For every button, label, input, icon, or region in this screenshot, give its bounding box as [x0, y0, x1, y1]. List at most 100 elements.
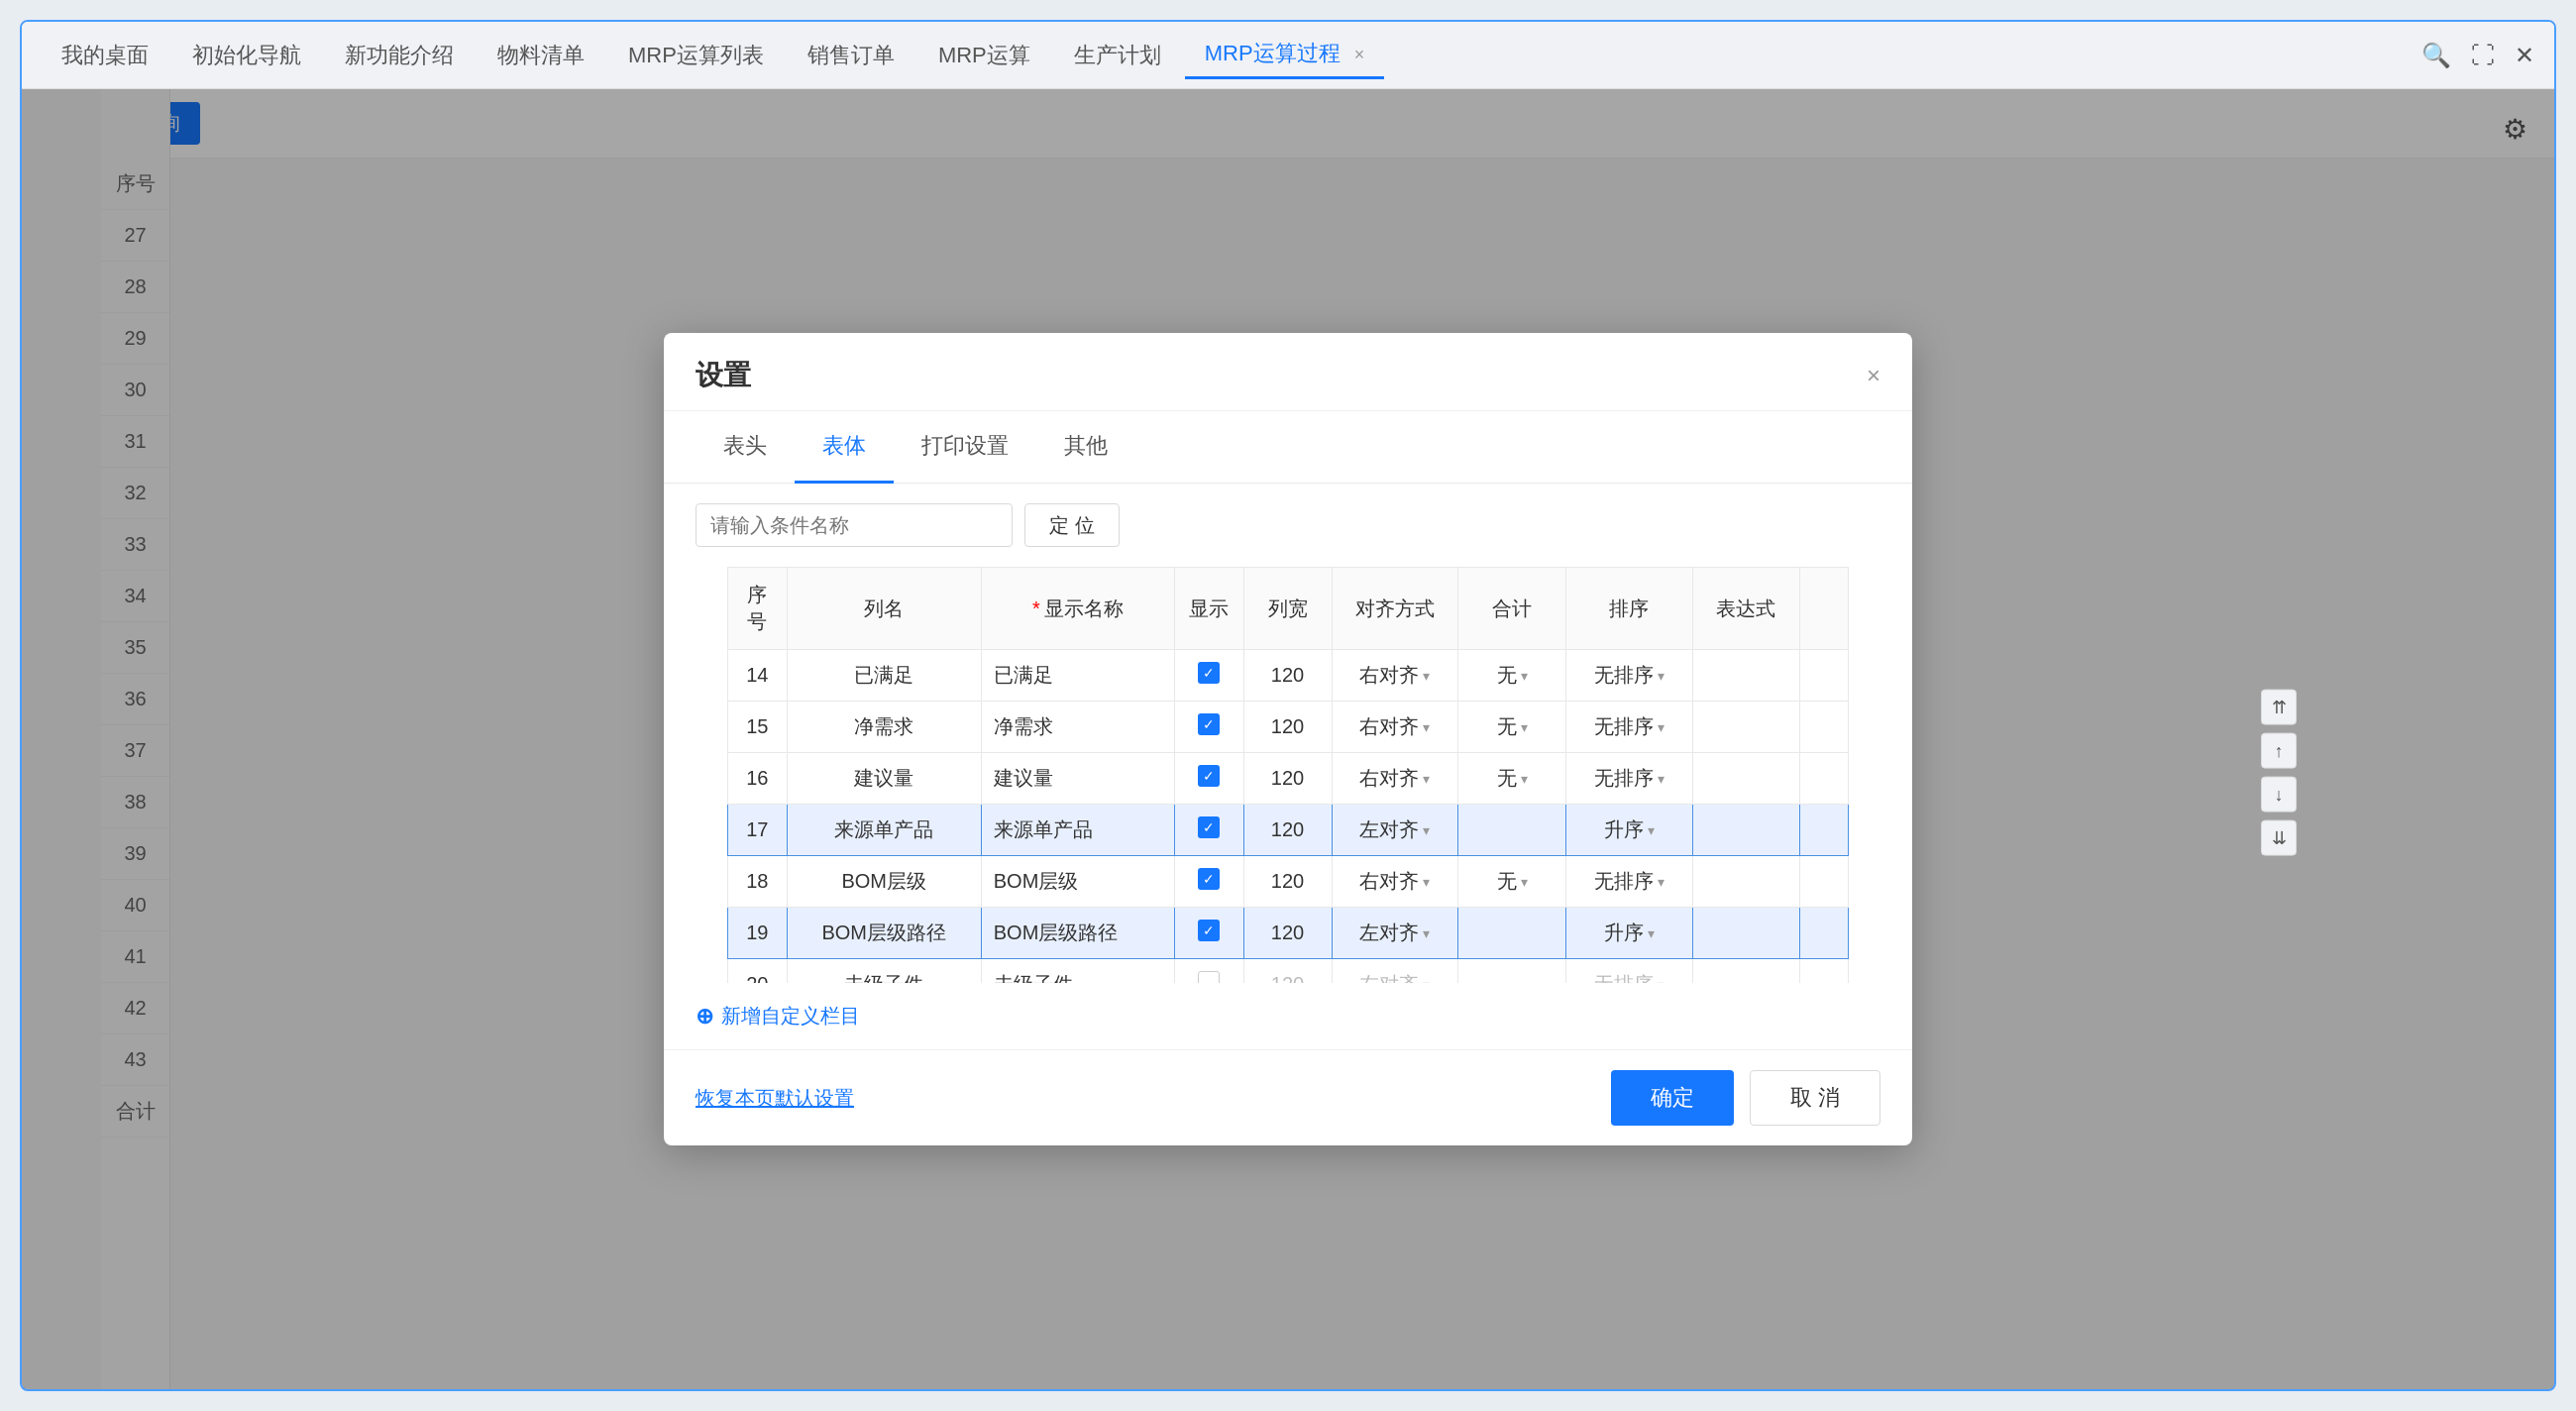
align-dropdown-icon[interactable]: ▾ — [1423, 719, 1430, 735]
cell-show[interactable] — [1175, 805, 1243, 856]
tab-table-header[interactable]: 表头 — [696, 411, 795, 484]
tab-init-nav[interactable]: 初始化导航 — [172, 33, 321, 78]
align-dropdown-icon[interactable]: ▾ — [1423, 822, 1430, 838]
tab-bom[interactable]: 物料清单 — [478, 33, 604, 78]
sort-dropdown-icon[interactable]: ▾ — [1648, 925, 1655, 941]
align-dropdown-icon[interactable]: ▾ — [1423, 925, 1430, 941]
cell-display-name[interactable] — [981, 650, 1174, 702]
display-name-input[interactable] — [994, 973, 1162, 983]
sort-dropdown-icon[interactable]: ▾ — [1658, 719, 1664, 735]
cell-total[interactable] — [1458, 959, 1565, 984]
cell-total[interactable]: 无▾ — [1458, 702, 1565, 753]
tab-my-desk[interactable]: 我的桌面 — [42, 33, 168, 78]
cell-align[interactable]: 右对齐 ▾ — [1332, 650, 1458, 702]
cancel-button[interactable]: 取 消 — [1750, 1070, 1880, 1126]
cell-sort[interactable]: 无排序▾ — [1565, 959, 1692, 984]
cell-align[interactable]: 左对齐 ▾ — [1332, 805, 1458, 856]
sort-bottom-button[interactable]: ⇊ — [2261, 820, 2297, 856]
tab-sales-order[interactable]: 销售订单 — [788, 33, 914, 78]
total-dropdown-icon[interactable]: ▾ — [1521, 874, 1528, 890]
align-dropdown-icon[interactable]: ▾ — [1423, 874, 1430, 890]
show-checkbox[interactable] — [1198, 765, 1220, 787]
cell-col-name: 已满足 — [787, 650, 981, 702]
cell-align[interactable]: 右对齐 ▾ — [1332, 856, 1458, 908]
cell-show[interactable] — [1175, 753, 1243, 805]
align-dropdown-icon[interactable]: ▾ — [1423, 771, 1430, 787]
align-dropdown-icon[interactable]: ▾ — [1423, 668, 1430, 684]
cell-sort[interactable]: 无排序▾ — [1565, 650, 1692, 702]
tab-production-plan[interactable]: 生产计划 — [1054, 33, 1181, 78]
cell-sort[interactable]: 无排序▾ — [1565, 753, 1692, 805]
expand-icon[interactable]: ⛶ — [2471, 42, 2495, 69]
tab-mrp-process[interactable]: MRP运算过程 × — [1185, 31, 1385, 79]
cell-expr — [1692, 856, 1799, 908]
reset-link[interactable]: 恢复本页默认设置 — [696, 1085, 854, 1112]
show-checkbox[interactable] — [1198, 662, 1220, 684]
cell-display-name[interactable] — [981, 702, 1174, 753]
cell-show[interactable] — [1175, 856, 1243, 908]
table-row: 18 BOM层级 120 右对齐 ▾ 无▾ 无排序▾ — [728, 856, 1849, 908]
cell-total[interactable]: 无▾ — [1458, 650, 1565, 702]
cell-display-name[interactable] — [981, 753, 1174, 805]
tab-close-icon[interactable]: × — [1354, 45, 1365, 64]
close-icon[interactable]: ✕ — [2515, 42, 2534, 69]
cell-display-name[interactable] — [981, 959, 1174, 984]
tab-bar: 我的桌面 初始化导航 新功能介绍 物料清单 MRP运算列表 销售订单 MRP运算… — [22, 22, 2554, 89]
cell-show[interactable] — [1175, 908, 1243, 959]
cell-show[interactable] — [1175, 702, 1243, 753]
sort-top-button[interactable]: ⇈ — [2261, 690, 2297, 725]
tab-new-feature[interactable]: 新功能介绍 — [325, 33, 474, 78]
cell-show[interactable] — [1175, 959, 1243, 984]
cell-show[interactable] — [1175, 650, 1243, 702]
cell-sort[interactable]: 无排序▾ — [1565, 856, 1692, 908]
show-checkbox[interactable] — [1198, 868, 1220, 890]
total-dropdown-icon[interactable]: ▾ — [1521, 668, 1528, 684]
tab-mrp-calc[interactable]: MRP运算 — [918, 33, 1050, 78]
cell-expr — [1692, 650, 1799, 702]
display-name-input[interactable] — [994, 664, 1162, 687]
show-checkbox[interactable] — [1198, 816, 1220, 838]
cell-align[interactable]: 右对齐 ▾ — [1332, 702, 1458, 753]
confirm-button[interactable]: 确定 — [1611, 1070, 1734, 1126]
display-name-input[interactable] — [994, 818, 1162, 841]
show-checkbox[interactable] — [1198, 713, 1220, 735]
sort-dropdown-icon[interactable]: ▾ — [1658, 668, 1664, 684]
tab-table-body[interactable]: 表体 — [795, 411, 894, 484]
total-dropdown-icon[interactable]: ▾ — [1521, 719, 1528, 735]
cell-total[interactable] — [1458, 908, 1565, 959]
table-row: 16 建议量 120 右对齐 ▾ 无▾ 无排序▾ — [728, 753, 1849, 805]
cell-sort[interactable]: 升序▾ — [1565, 805, 1692, 856]
cell-sort[interactable]: 升序▾ — [1565, 908, 1692, 959]
tab-mrp-list[interactable]: MRP运算列表 — [608, 33, 784, 78]
cell-display-name[interactable] — [981, 908, 1174, 959]
cell-display-name[interactable] — [981, 805, 1174, 856]
display-name-input[interactable] — [994, 922, 1162, 944]
cell-display-name[interactable] — [981, 856, 1174, 908]
cell-sort[interactable]: 无排序▾ — [1565, 702, 1692, 753]
display-name-input[interactable] — [994, 767, 1162, 790]
show-checkbox[interactable] — [1198, 920, 1220, 941]
display-name-input[interactable] — [994, 715, 1162, 738]
tab-print-settings[interactable]: 打印设置 — [894, 411, 1036, 484]
cell-align[interactable]: 左对齐 ▾ — [1332, 908, 1458, 959]
add-field-link[interactable]: ⊕ 新增自定义栏目 — [664, 983, 1912, 1049]
cell-total[interactable]: 无▾ — [1458, 856, 1565, 908]
cell-total[interactable]: 无▾ — [1458, 753, 1565, 805]
cell-total[interactable] — [1458, 805, 1565, 856]
sort-down-button[interactable]: ↓ — [2261, 777, 2297, 813]
sort-dropdown-icon[interactable]: ▾ — [1658, 874, 1664, 890]
cell-width: 120 — [1243, 753, 1332, 805]
tab-other[interactable]: 其他 — [1036, 411, 1135, 484]
show-checkbox[interactable] — [1198, 971, 1220, 983]
sort-dropdown-icon[interactable]: ▾ — [1648, 822, 1655, 838]
search-icon[interactable]: 🔍 — [2421, 42, 2451, 69]
modal-close-button[interactable]: × — [1867, 364, 1880, 387]
display-name-input[interactable] — [994, 870, 1162, 893]
cell-align[interactable]: 右对齐 ▾ — [1332, 753, 1458, 805]
sort-dropdown-icon[interactable]: ▾ — [1658, 771, 1664, 787]
total-dropdown-icon[interactable]: ▾ — [1521, 771, 1528, 787]
sort-up-button[interactable]: ↑ — [2261, 733, 2297, 769]
locate-button[interactable]: 定 位 — [1024, 503, 1120, 547]
search-input[interactable] — [696, 503, 1013, 547]
cell-align[interactable]: 左对齐 ▾ — [1332, 959, 1458, 984]
